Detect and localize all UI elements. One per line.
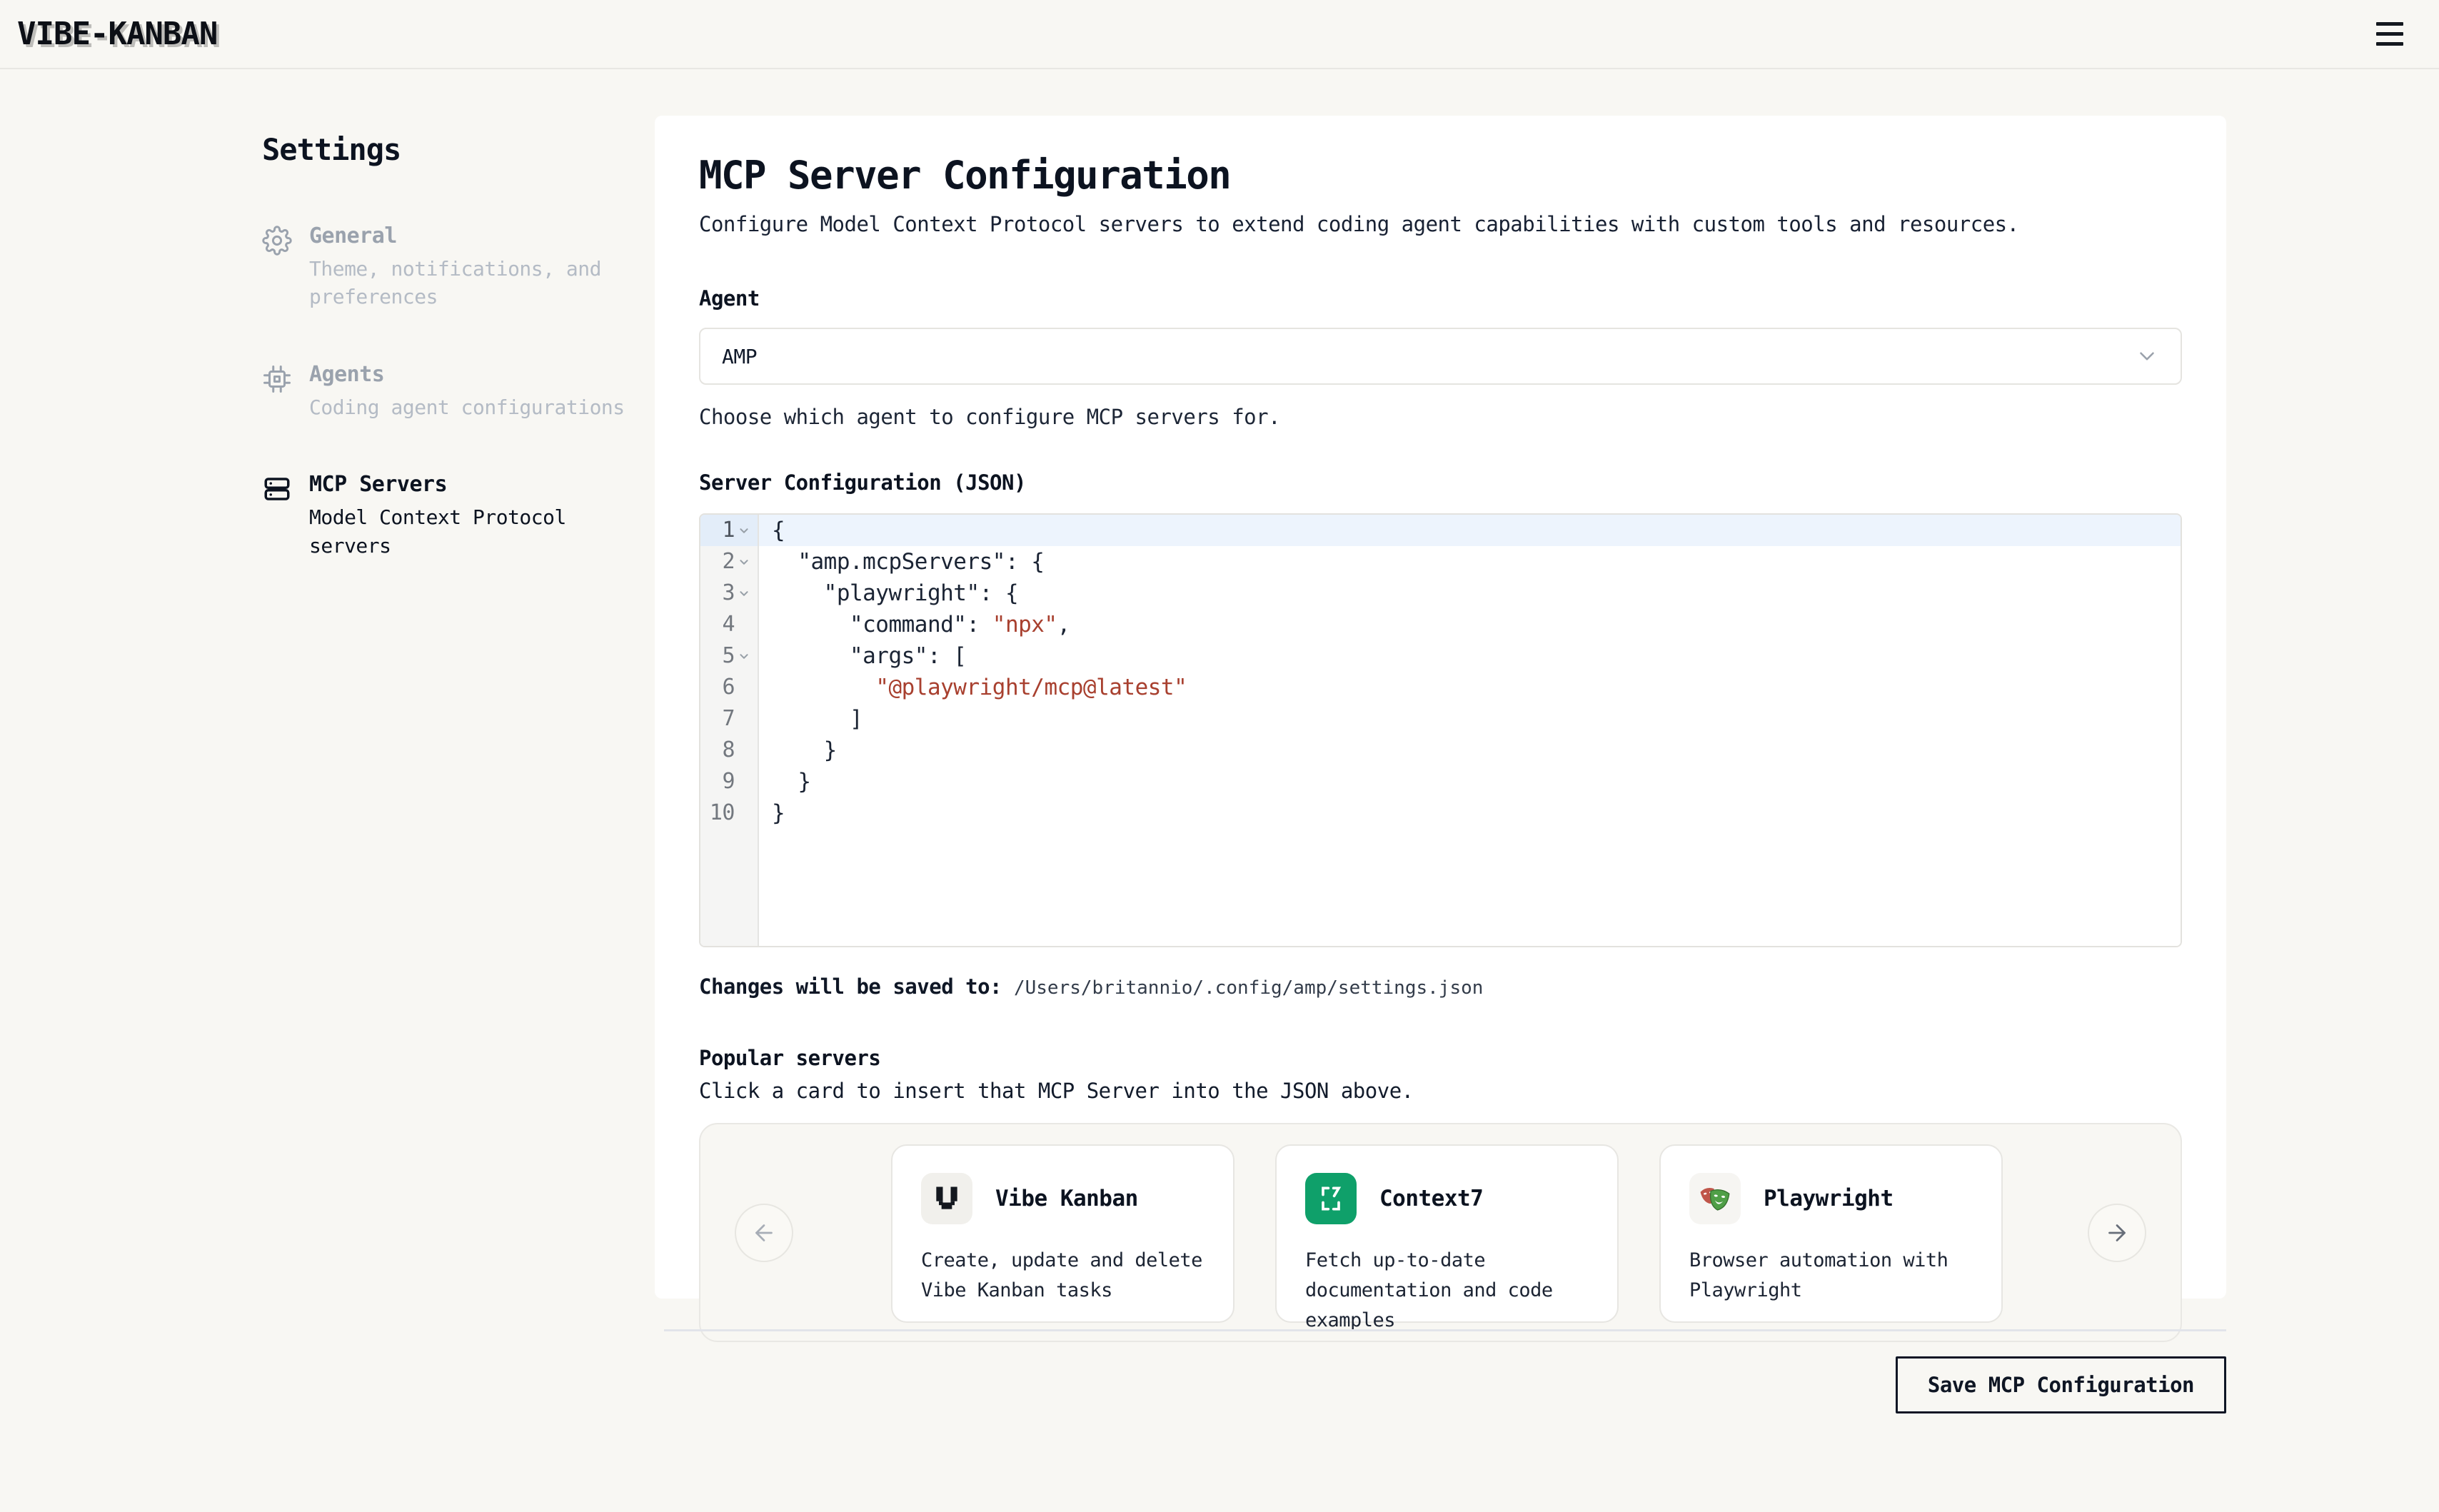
agent-helper-text: Choose which agent to configure MCP serv…: [699, 405, 1281, 429]
fold-chevron-icon[interactable]: [736, 585, 752, 601]
editor-line-6[interactable]: 6 "@playwright/mcp@latest": [700, 672, 2181, 703]
chevron-down-icon: [2135, 344, 2159, 368]
mcp-configuration-panel: MCP Server Configuration Configure Model…: [655, 116, 2226, 1342]
save-row: Save MCP Configuration: [655, 1356, 2226, 1413]
editor-code-line: "amp.mcpServers": {: [772, 549, 1045, 575]
server-icon: [262, 474, 292, 504]
popular-servers-carousel: Vibe Kanban Create, update and delete Vib…: [699, 1123, 2182, 1342]
carousel-prev-button[interactable]: [735, 1203, 793, 1262]
fold-chevron-icon[interactable]: [736, 554, 752, 570]
editor-line-5[interactable]: 5 "args": [: [700, 640, 2181, 672]
top-bar: VIBE-KANBAN: [0, 0, 2439, 69]
editor-gutter: 7: [700, 703, 759, 735]
settings-sidebar: Settings General Theme, notifications, an…: [262, 132, 633, 560]
editor-line-1[interactable]: 1{: [700, 515, 2181, 546]
save-path-label: Changes will be saved to:: [699, 974, 1002, 999]
popular-servers-section: Popular servers Click a card to insert t…: [699, 1046, 2182, 1342]
editor-line-9[interactable]: 9 }: [700, 766, 2181, 797]
popular-servers-subtitle: Click a card to insert that MCP Server i…: [699, 1079, 1414, 1103]
editor-gutter: 3: [700, 578, 759, 609]
save-path-value: /Users/britannio/.config/amp/settings.js…: [1013, 977, 1484, 999]
arrow-left-icon: [751, 1220, 777, 1246]
editor-gutter: [700, 829, 759, 946]
editor-gutter: 6: [700, 672, 759, 703]
editor-gutter: 8: [700, 735, 759, 766]
sidebar-title: Settings: [262, 132, 401, 167]
sidebar-item-description: Model Context Protocol servers: [309, 505, 566, 558]
app-logo: VIBE-KANBAN: [17, 16, 218, 52]
editor-line-8[interactable]: 8 }: [700, 735, 2181, 766]
sidebar-item-description: Coding agent configurations: [309, 395, 625, 419]
fold-chevron-icon[interactable]: [736, 648, 752, 664]
sidebar-item-mcp-servers[interactable]: MCP Servers Model Context Protocol server…: [262, 473, 633, 560]
fold-chevron-icon[interactable]: [736, 523, 752, 538]
bottom-divider: [664, 1329, 2226, 1331]
save-path-note: Changes will be saved to: /Users/britann…: [699, 974, 2182, 999]
page-subtitle: Configure Model Context Protocol servers…: [699, 212, 2019, 236]
sidebar-item-general[interactable]: General Theme, notifications, and prefere…: [262, 223, 633, 311]
agent-select-value: AMP: [722, 344, 758, 368]
json-editor-label: Server Configuration (JSON): [699, 470, 1026, 495]
json-code-editor[interactable]: 1{2 "amp.mcpServers": {3 "playwright": {…: [699, 513, 2182, 947]
server-card-title: Context7: [1379, 1186, 1484, 1211]
save-mcp-configuration-button[interactable]: Save MCP Configuration: [1895, 1356, 2226, 1413]
editor-line-3[interactable]: 3 "playwright": {: [700, 578, 2181, 609]
server-card-context7[interactable]: Context7 Fetch up-to-date documentation a…: [1275, 1144, 1619, 1331]
sidebar-item-label: MCP Servers: [309, 472, 448, 498]
server-card-description: Create, update and delete Vibe Kanban ta…: [921, 1249, 1202, 1301]
editor-code-line: "@playwright/mcp@latest": [875, 675, 1187, 700]
editor-code-line: "args": [: [772, 643, 967, 669]
editor-gutter: 4: [700, 609, 759, 640]
json-section: Server Configuration (JSON) 1{2 "amp.mcp…: [699, 470, 2182, 999]
editor-gutter: 5: [700, 640, 759, 672]
server-card-description: Browser automation with Playwright: [1689, 1249, 1948, 1301]
editor-gutter: 2: [700, 546, 759, 578]
playwright-icon: [1689, 1173, 1741, 1224]
server-card-title: Playwright: [1764, 1186, 1894, 1211]
editor-gutter: 1: [700, 515, 759, 546]
server-card-vibe-kanban[interactable]: Vibe Kanban Create, update and delete Vib…: [891, 1144, 1234, 1323]
sidebar-item-label: Agents: [309, 362, 385, 387]
editor-gutter: 10: [700, 797, 759, 829]
cpu-icon: [262, 364, 292, 394]
agent-section: Agent AMP Choose which agent to configur…: [699, 286, 2182, 429]
editor-code-line: "playwright": {: [772, 580, 1019, 606]
hamburger-menu-icon[interactable]: [2369, 15, 2410, 53]
arrow-right-icon: [2104, 1220, 2130, 1246]
editor-line-2[interactable]: 2 "amp.mcpServers": {: [700, 546, 2181, 578]
server-card-title: Vibe Kanban: [995, 1186, 1138, 1211]
carousel-next-button[interactable]: [2088, 1203, 2146, 1262]
context7-icon: [1305, 1173, 1357, 1224]
editor-line-7[interactable]: 7 ]: [700, 703, 2181, 735]
editor-code-line: {: [759, 515, 2181, 546]
editor-code-line: }: [772, 800, 785, 826]
page-title: MCP Server Configuration: [699, 153, 1232, 198]
sidebar-item-label: General: [309, 223, 397, 248]
editor-code-line: }: [772, 769, 811, 795]
agent-label: Agent: [699, 286, 760, 311]
agent-select[interactable]: AMP: [699, 328, 2182, 385]
popular-servers-title: Popular servers: [699, 1046, 881, 1070]
vibe-kanban-icon: [921, 1173, 972, 1224]
gear-icon: [262, 226, 292, 256]
editor-line-4[interactable]: 4 "command": "npx",: [700, 609, 2181, 640]
editor-code-line: }: [772, 737, 838, 763]
editor-gutter: 9: [700, 766, 759, 797]
sidebar-item-agents[interactable]: Agents Coding agent configurations: [262, 362, 633, 421]
editor-line-10[interactable]: 10}: [700, 797, 2181, 829]
editor-code-line: "command": "npx",: [772, 612, 1070, 637]
server-card-description: Fetch up-to-date documentation and code …: [1305, 1249, 1553, 1331]
editor-code-line: ]: [772, 706, 863, 732]
server-card-playwright[interactable]: Playwright Browser automation with Playwr…: [1659, 1144, 2003, 1323]
sidebar-item-description: Theme, notifications, and preferences: [309, 256, 601, 309]
